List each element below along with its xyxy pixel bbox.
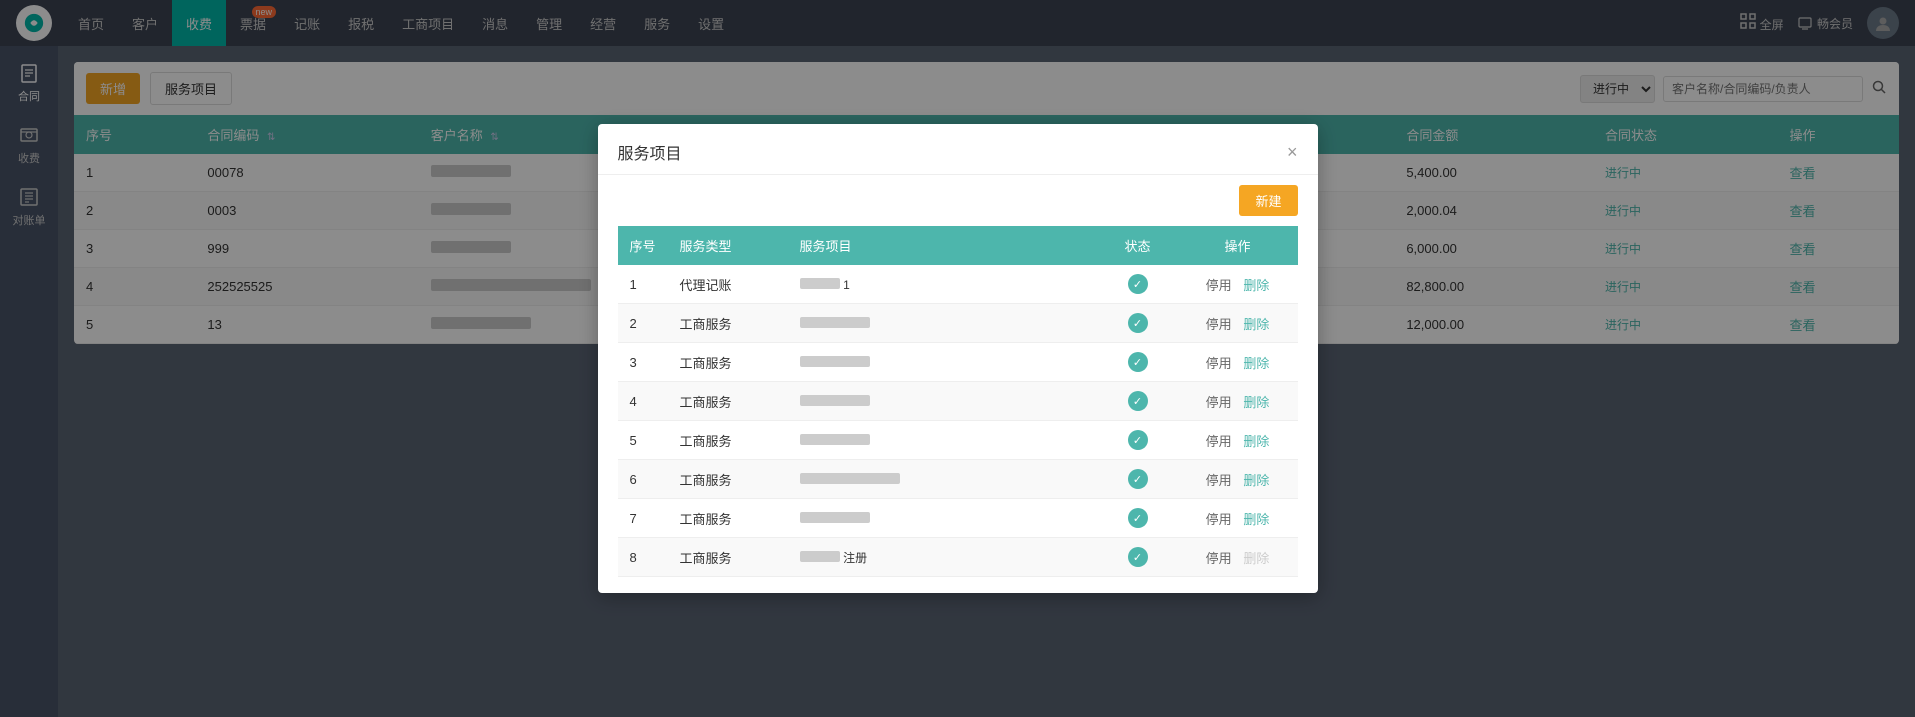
modal-col-actions: 操作 bbox=[1178, 226, 1298, 265]
stop-button[interactable]: 停用 bbox=[1206, 395, 1232, 410]
delete-button[interactable]: 删除 bbox=[1243, 434, 1269, 449]
service-items-table: 序号 服务类型 服务项目 状态 操作 1 代理记账 1 bbox=[618, 226, 1298, 577]
service-items-modal: 服务项目 × 新建 序号 服务类型 服务项目 状态 操作 bbox=[598, 124, 1318, 593]
modal-title: 服务项目 bbox=[618, 140, 682, 164]
modal-table-row: 2 工商服务 ✓ 停用 删除 bbox=[618, 304, 1298, 343]
status-active-icon: ✓ bbox=[1128, 313, 1148, 333]
stop-button[interactable]: 停用 bbox=[1206, 356, 1232, 371]
stop-button[interactable]: 停用 bbox=[1206, 434, 1232, 449]
status-active-icon: ✓ bbox=[1128, 352, 1148, 372]
modal-col-no: 序号 bbox=[618, 226, 668, 265]
stop-button[interactable]: 停用 bbox=[1206, 551, 1232, 566]
stop-button[interactable]: 停用 bbox=[1206, 473, 1232, 488]
status-active-icon: ✓ bbox=[1128, 469, 1148, 489]
status-active-icon: ✓ bbox=[1128, 274, 1148, 294]
status-active-icon: ✓ bbox=[1128, 391, 1148, 411]
status-active-icon: ✓ bbox=[1128, 430, 1148, 450]
delete-button[interactable]: 删除 bbox=[1243, 356, 1269, 371]
modal-new-button[interactable]: 新建 bbox=[1239, 185, 1297, 216]
modal-table-row: 7 工商服务 ✓ 停用 删除 bbox=[618, 499, 1298, 538]
modal-table-row: 5 工商服务 ✓ 停用 删除 bbox=[618, 421, 1298, 460]
modal-table-row: 1 代理记账 1 ✓ 停用 删除 bbox=[618, 265, 1298, 304]
modal-table-row: 3 工商服务 ✓ 停用 删除 bbox=[618, 343, 1298, 382]
delete-button-disabled: 删除 bbox=[1243, 551, 1269, 566]
modal-table-header: 序号 服务类型 服务项目 状态 操作 bbox=[618, 226, 1298, 265]
stop-button[interactable]: 停用 bbox=[1206, 317, 1232, 332]
delete-button[interactable]: 删除 bbox=[1243, 395, 1269, 410]
delete-button[interactable]: 删除 bbox=[1243, 512, 1269, 527]
modal-table-row: 4 工商服务 ✓ 停用 删除 bbox=[618, 382, 1298, 421]
modal-table-wrap[interactable]: 序号 服务类型 服务项目 状态 操作 1 代理记账 1 bbox=[598, 226, 1318, 593]
modal-toolbar: 新建 bbox=[598, 175, 1318, 226]
stop-button[interactable]: 停用 bbox=[1206, 512, 1232, 527]
modal-close-button[interactable]: × bbox=[1287, 143, 1298, 161]
delete-button[interactable]: 删除 bbox=[1243, 317, 1269, 332]
delete-button[interactable]: 删除 bbox=[1243, 278, 1269, 293]
modal-table-row: 6 工商服务 ✓ 停用 删除 bbox=[618, 460, 1298, 499]
delete-button[interactable]: 删除 bbox=[1243, 473, 1269, 488]
status-active-icon: ✓ bbox=[1128, 547, 1148, 567]
modal-table-row: 8 工商服务 注册 ✓ 停用 删除 bbox=[618, 538, 1298, 577]
modal-col-item: 服务项目 bbox=[788, 226, 1098, 265]
modal-col-type: 服务类型 bbox=[668, 226, 788, 265]
stop-button[interactable]: 停用 bbox=[1206, 278, 1232, 293]
modal-header: 服务项目 × bbox=[598, 124, 1318, 175]
modal-col-status: 状态 bbox=[1098, 226, 1178, 265]
status-active-icon: ✓ bbox=[1128, 508, 1148, 528]
modal-overlay: 服务项目 × 新建 序号 服务类型 服务项目 状态 操作 bbox=[0, 0, 1915, 717]
